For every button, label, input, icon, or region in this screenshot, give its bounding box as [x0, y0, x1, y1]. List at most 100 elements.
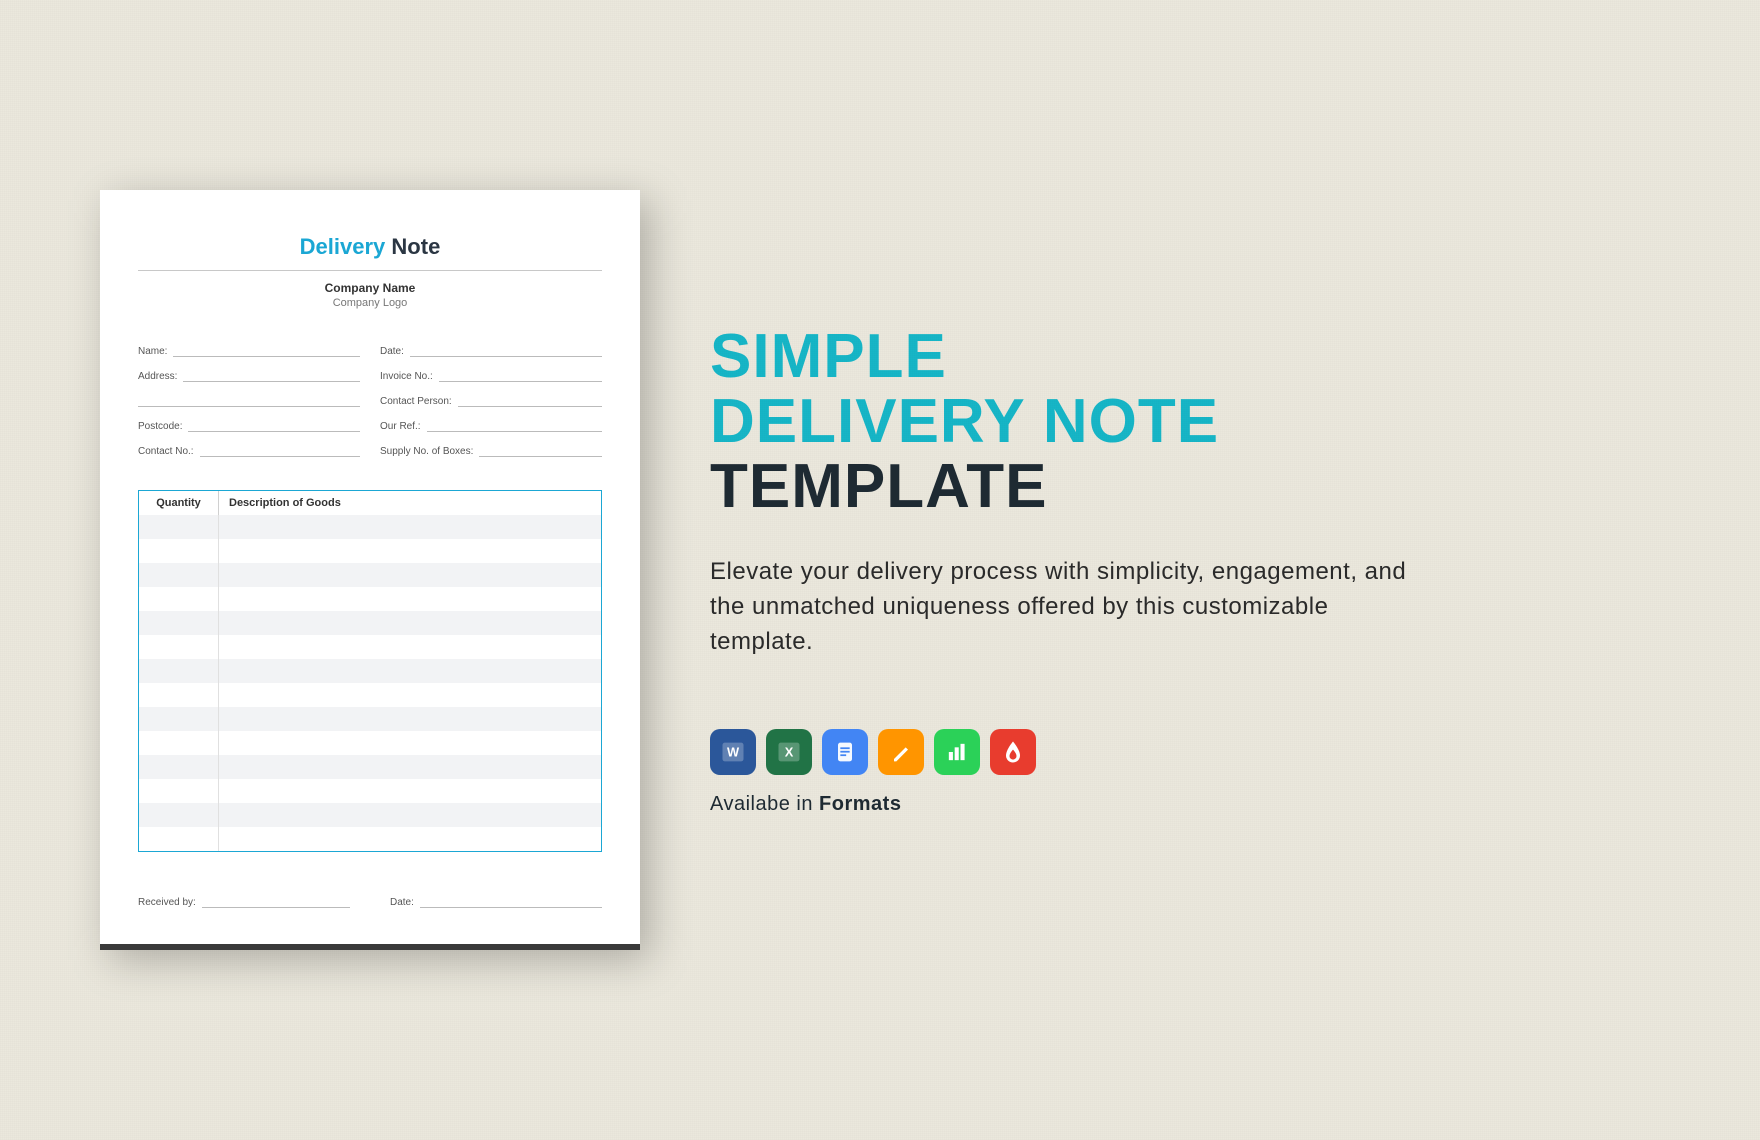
field-line [183, 370, 360, 382]
headline-line3: TEMPLATE [710, 454, 1640, 519]
cell-description [219, 755, 601, 779]
table-row [139, 539, 601, 563]
field-label: Contact Person: [380, 396, 452, 407]
field-label: Our Ref.: [380, 421, 421, 432]
field-row: Invoice No.: [380, 366, 602, 382]
formats-prefix: Availabe in [710, 793, 819, 815]
field-line [458, 395, 602, 407]
cell-description [219, 827, 601, 851]
document-page: Delivery Note Company Name Company Logo … [100, 190, 640, 950]
cell-description [219, 611, 601, 635]
cell-quantity [139, 539, 219, 563]
col-quantity: Quantity [139, 491, 219, 515]
field-row: Postcode: [138, 416, 360, 432]
table-row [139, 563, 601, 587]
pdf-icon [990, 729, 1036, 775]
company-name: Company Name [138, 281, 602, 295]
table-row [139, 827, 601, 851]
table-header: Quantity Description of Goods [139, 491, 601, 515]
cell-description [219, 779, 601, 803]
cell-quantity [139, 683, 219, 707]
cell-description [219, 731, 601, 755]
description: Elevate your delivery process with simpl… [710, 555, 1410, 659]
pages-icon [878, 729, 924, 775]
field-row: Contact No.: [138, 441, 360, 457]
table-row [139, 683, 601, 707]
svg-text:X: X [785, 745, 794, 760]
cell-description [219, 803, 601, 827]
cell-quantity [139, 707, 219, 731]
cell-quantity [139, 515, 219, 539]
field-row: Contact Person: [380, 391, 602, 407]
field-label: Address: [138, 371, 177, 382]
headline: SIMPLE DELIVERY NOTE TEMPLATE [710, 324, 1640, 519]
excel-icon: X [766, 729, 812, 775]
field-label: Date: [380, 346, 404, 357]
cell-description [219, 659, 601, 683]
title-accent: Delivery [300, 234, 386, 259]
table-row [139, 803, 601, 827]
goods-table: Quantity Description of Goods [138, 490, 602, 852]
field-label: Supply No. of Boxes: [380, 446, 473, 457]
company-logo-placeholder: Company Logo [138, 297, 602, 309]
table-row [139, 659, 601, 683]
field-line [173, 345, 360, 357]
field-row: Address: [138, 366, 360, 382]
field-line [420, 896, 602, 908]
cell-quantity [139, 779, 219, 803]
field-line [427, 420, 602, 432]
left-column: Name: Address: Postcode: Contact No.: [138, 341, 360, 466]
field-line [138, 395, 360, 407]
field-line [410, 345, 602, 357]
field-label: Contact No.: [138, 446, 194, 457]
document-title: Delivery Note [138, 234, 602, 271]
field-line [439, 370, 602, 382]
table-row [139, 731, 601, 755]
table-row [139, 755, 601, 779]
field-label: Name: [138, 346, 167, 357]
page-container: Delivery Note Company Name Company Logo … [0, 0, 1760, 1140]
field-label: Postcode: [138, 421, 182, 432]
field-row: Our Ref.: [380, 416, 602, 432]
cell-description [219, 683, 601, 707]
footer-fields: Received by: Date: [138, 892, 602, 917]
col-description: Description of Goods [219, 491, 601, 515]
headline-line1: SIMPLE [710, 324, 1640, 389]
cell-quantity [139, 659, 219, 683]
table-row [139, 635, 601, 659]
received-by-label: Received by: [138, 897, 196, 908]
field-line [200, 445, 360, 457]
cell-description [219, 563, 601, 587]
table-row [139, 611, 601, 635]
cell-description [219, 707, 601, 731]
right-column: Date: Invoice No.: Contact Person: Our Ref.… [380, 341, 602, 466]
field-line [202, 896, 350, 908]
format-icons: W X [710, 729, 1640, 775]
field-row: Supply No. of Boxes: [380, 441, 602, 457]
cell-quantity [139, 731, 219, 755]
cell-description [219, 587, 601, 611]
cell-description [219, 635, 601, 659]
cell-quantity [139, 587, 219, 611]
headline-line2: DELIVERY NOTE [710, 389, 1640, 454]
formats-label: Availabe in Formats [710, 793, 1640, 816]
field-row: Name: [138, 341, 360, 357]
cell-quantity [139, 827, 219, 851]
cell-quantity [139, 635, 219, 659]
svg-text:W: W [727, 745, 740, 760]
field-row: Date: [380, 341, 602, 357]
info-fields: Name: Address: Postcode: Contact No.: Date:… [138, 341, 602, 466]
word-icon: W [710, 729, 756, 775]
numbers-icon [934, 729, 980, 775]
google-docs-icon [822, 729, 868, 775]
field-line [188, 420, 360, 432]
table-row [139, 515, 601, 539]
cell-quantity [139, 803, 219, 827]
table-row [139, 587, 601, 611]
formats-bold: Formats [819, 793, 901, 815]
info-panel: SIMPLE DELIVERY NOTE TEMPLATE Elevate yo… [710, 324, 1680, 817]
document-preview: Delivery Note Company Name Company Logo … [100, 190, 640, 950]
cell-quantity [139, 755, 219, 779]
table-row [139, 779, 601, 803]
cell-quantity [139, 563, 219, 587]
